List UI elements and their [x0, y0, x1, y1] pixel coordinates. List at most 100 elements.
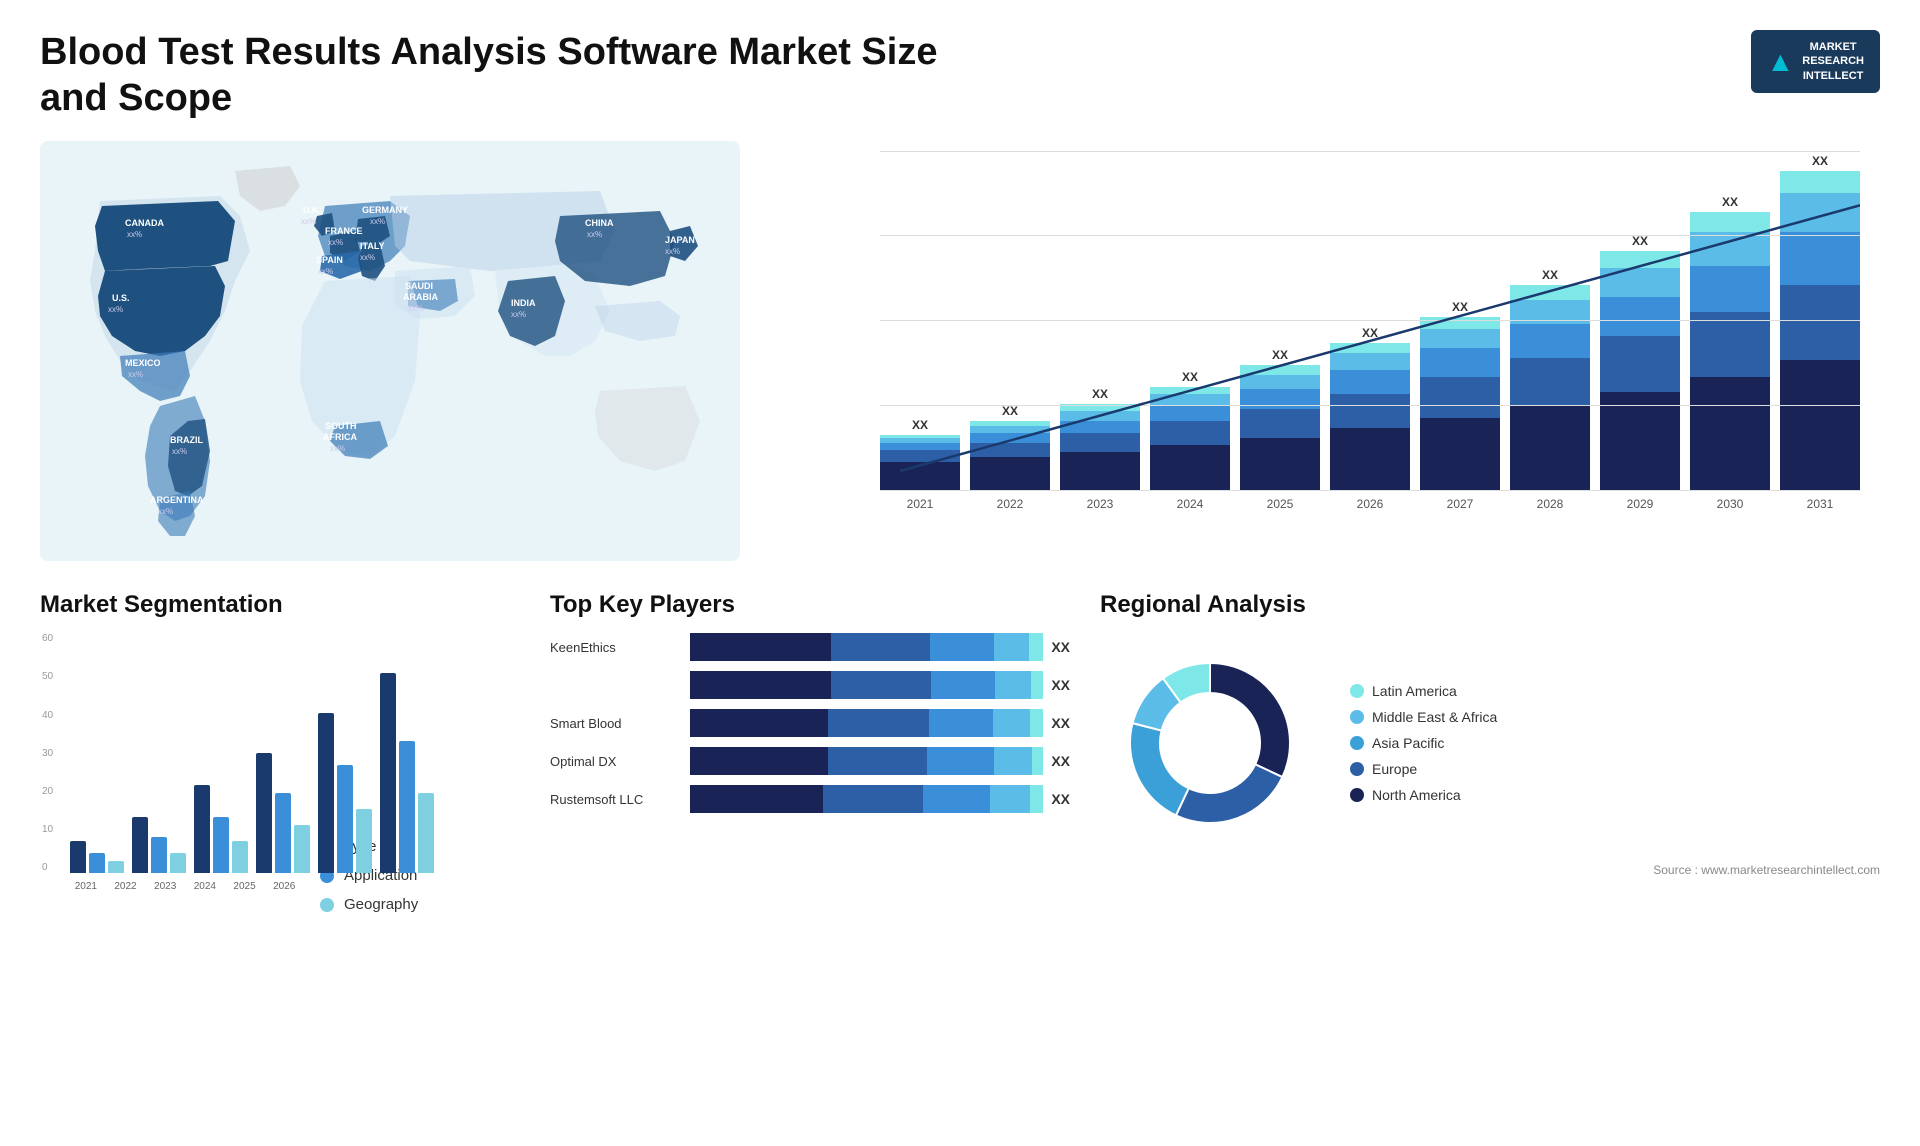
seg-chart: 60 50 40 30 20 10 0 20212022202320242025…	[40, 633, 300, 913]
bar-segment	[1600, 297, 1680, 336]
bar-stack	[1240, 365, 1320, 491]
bar-segment	[1600, 392, 1680, 491]
svg-text:CHINA: CHINA	[585, 218, 614, 228]
seg-bar	[194, 785, 210, 873]
svg-text:xx%: xx%	[328, 238, 343, 247]
player-bar-seg	[1031, 671, 1043, 699]
x-label: 2025	[1240, 491, 1320, 511]
player-bar-seg	[831, 633, 930, 661]
bar-segment	[1420, 329, 1500, 348]
bar-segment	[1690, 232, 1770, 266]
x-label: 2023	[1060, 491, 1140, 511]
regional-legend: Latin America Middle East & Africa Asia Pa…	[1350, 683, 1497, 803]
seg-bar	[318, 713, 334, 873]
bar-stack	[1420, 317, 1500, 492]
bar-segment	[1060, 404, 1140, 411]
svg-text:U.S.: U.S.	[112, 293, 130, 303]
svg-text:ITALY: ITALY	[360, 241, 385, 251]
bar-segment	[1240, 365, 1320, 375]
player-bar-seg	[690, 785, 823, 813]
bar-stack	[1780, 171, 1860, 491]
player-xx: XX	[1051, 753, 1070, 769]
bar-segment	[1510, 358, 1590, 406]
bar-group: XX	[970, 151, 1050, 491]
legend-item: Geography	[320, 896, 418, 913]
reg-legend-dot	[1350, 710, 1364, 724]
reg-legend-item: North America	[1350, 787, 1497, 803]
player-bar-stack	[690, 747, 1043, 775]
bar-stack	[880, 435, 960, 491]
bar-top-label: XX	[1362, 326, 1378, 340]
seg-bar	[399, 741, 415, 873]
reg-legend-dot	[1350, 684, 1364, 698]
svg-text:BRAZIL: BRAZIL	[170, 435, 203, 445]
players-title: Top Key Players	[550, 591, 1070, 619]
player-row: Rustemsoft LLC XX	[550, 785, 1070, 813]
bar-segment	[1510, 406, 1590, 491]
bar-segment	[1420, 377, 1500, 418]
bar-stack	[1600, 251, 1680, 491]
bar-segment	[1060, 421, 1140, 433]
seg-bar	[337, 765, 353, 873]
reg-legend-item: Latin America	[1350, 683, 1497, 699]
player-name: Rustemsoft LLC	[550, 792, 680, 807]
reg-legend-label: Asia Pacific	[1372, 735, 1444, 751]
seg-bars	[70, 633, 300, 873]
seg-bar	[170, 853, 186, 873]
seg-bar-group	[380, 673, 434, 873]
bar-segment	[1510, 285, 1590, 300]
seg-inner: 60 50 40 30 20 10 0 20212022202320242025…	[40, 633, 520, 913]
players-section: Top Key Players KeenEthicsXXXXSmart Bloo…	[550, 591, 1070, 971]
seg-bar	[232, 841, 248, 873]
segmentation-title: Market Segmentation	[40, 591, 520, 619]
svg-text:xx%: xx%	[587, 230, 602, 239]
seg-x-label: 2024	[189, 877, 221, 892]
bar-segment	[1240, 409, 1320, 438]
svg-text:xx%: xx%	[158, 507, 173, 516]
player-xx: XX	[1051, 791, 1070, 807]
svg-text:xx%: xx%	[370, 217, 385, 226]
bar-group: XX	[1060, 151, 1140, 491]
player-bar-seg	[923, 785, 990, 813]
x-label: 2030	[1690, 491, 1770, 511]
reg-legend-item: Middle East & Africa	[1350, 709, 1497, 725]
player-bar-seg	[994, 747, 1033, 775]
logo-text: MARKET RESEARCH INTELLECT	[1802, 40, 1864, 83]
reg-legend-dot	[1350, 788, 1364, 802]
seg-bar	[356, 809, 372, 873]
seg-bar	[380, 673, 396, 873]
player-bar-seg	[929, 709, 993, 737]
donut-svg	[1100, 633, 1320, 853]
svg-text:AFRICA: AFRICA	[323, 432, 357, 442]
player-name: KeenEthics	[550, 640, 680, 655]
seg-x-label: 2025	[229, 877, 261, 892]
bar-segment	[1150, 406, 1230, 421]
bar-segment	[1330, 343, 1410, 353]
player-bar-seg	[690, 633, 831, 661]
svg-text:xx%: xx%	[511, 310, 526, 319]
player-bar-seg	[927, 747, 993, 775]
svg-text:xx%: xx%	[108, 305, 123, 314]
player-bar-seg	[1030, 785, 1043, 813]
svg-text:SOUTH: SOUTH	[325, 421, 357, 431]
seg-bar	[256, 753, 272, 873]
reg-legend-label: Latin America	[1372, 683, 1457, 699]
bar-segment	[1600, 268, 1680, 297]
svg-text:xx%: xx%	[330, 444, 345, 453]
bar-segment	[1240, 389, 1320, 408]
bar-top-label: XX	[1722, 195, 1738, 209]
svg-text:xx%: xx%	[408, 304, 423, 313]
svg-text:xx%: xx%	[172, 447, 187, 456]
page-header: Blood Test Results Analysis Software Mar…	[40, 30, 1880, 121]
bar-top-label: XX	[1092, 387, 1108, 401]
player-bar-seg	[990, 785, 1030, 813]
player-bar-seg	[690, 709, 828, 737]
bar-segment	[1150, 394, 1230, 406]
bar-segment	[1690, 377, 1770, 491]
player-bar-stack	[690, 785, 1043, 813]
bar-segment	[1330, 370, 1410, 394]
player-bar-seg	[1029, 633, 1043, 661]
bar-segment	[1330, 428, 1410, 491]
bar-segment	[1780, 360, 1860, 491]
bar-stack	[970, 421, 1050, 491]
